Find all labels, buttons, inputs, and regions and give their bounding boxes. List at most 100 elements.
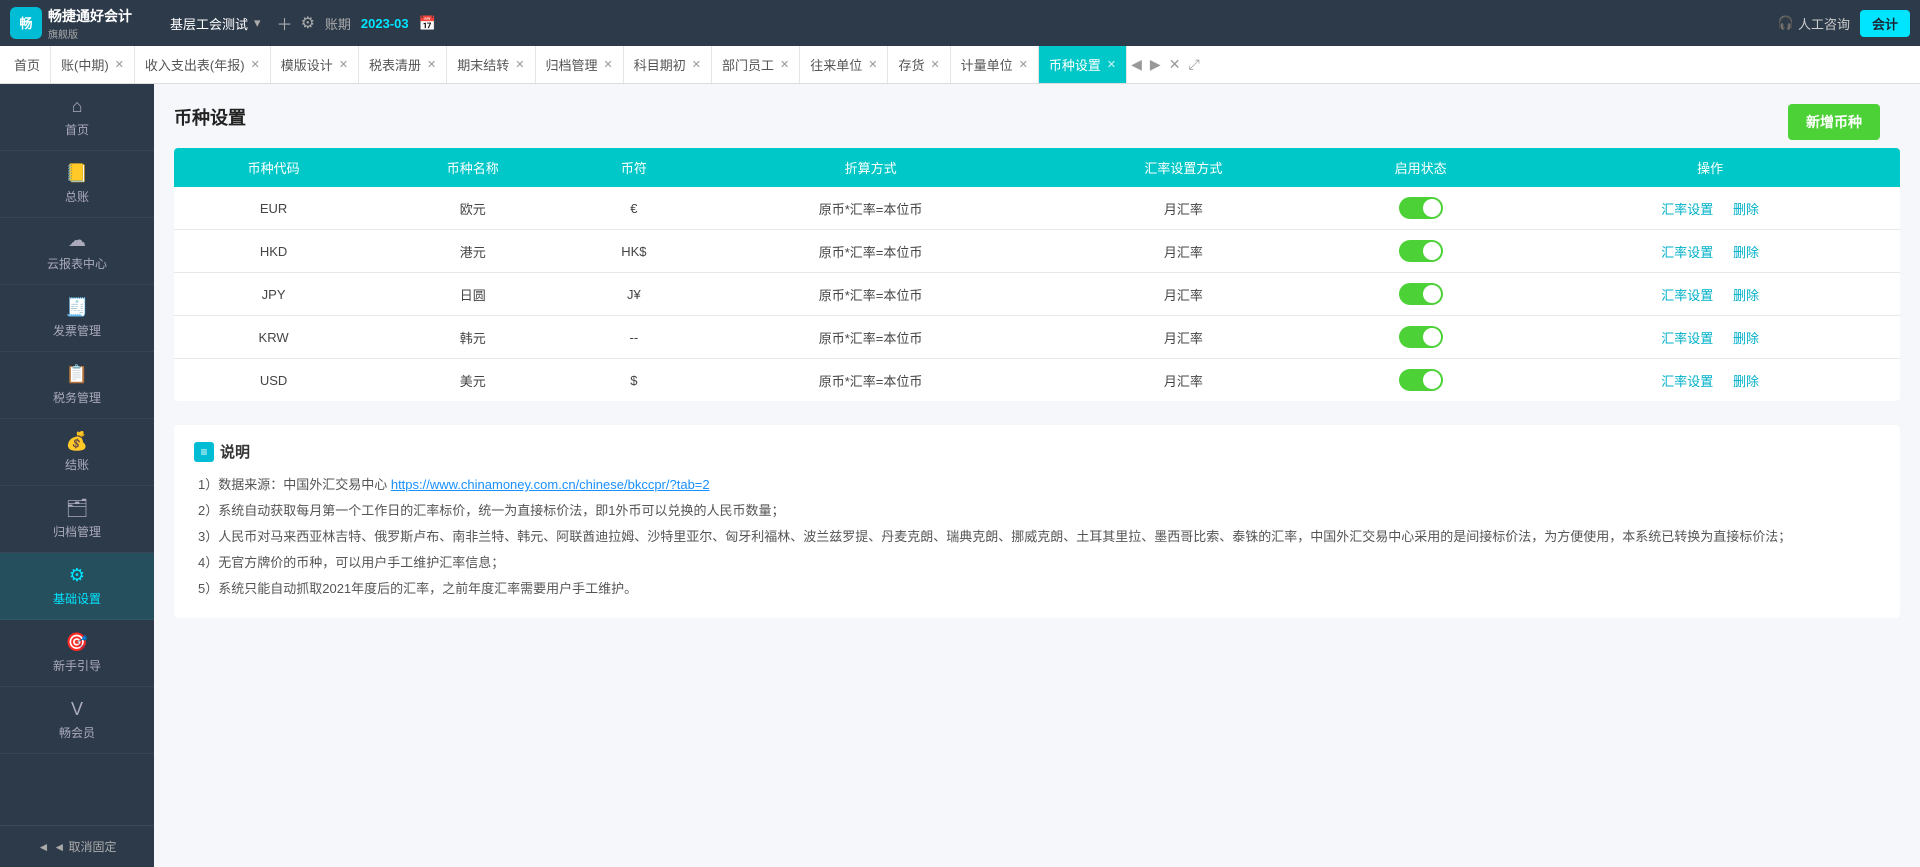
tab-dept-close[interactable]: ✕ — [780, 58, 789, 71]
cell-status-1 — [1321, 230, 1520, 273]
tab-subject-init[interactable]: 科目期初 ✕ — [624, 46, 712, 84]
tab-template-label: 模版设计 — [281, 55, 333, 74]
tab-dept-staff[interactable]: 部门员工 ✕ — [712, 46, 800, 84]
account-badge[interactable]: 会计 — [1860, 10, 1910, 37]
delete-link-0[interactable]: 删除 — [1733, 202, 1759, 217]
content-area: 币种设置 新增币种 币种代码 币种名称 币符 折算方式 汇率设置方式 启用状态 … — [154, 84, 1920, 867]
tab-subject-close[interactable]: ✕ — [692, 58, 701, 71]
home-icon: ⌂ — [72, 96, 83, 117]
new-currency-button[interactable]: 新增币种 — [1788, 104, 1880, 140]
cell-rate-type-3: 月汇率 — [1046, 316, 1321, 359]
chevron-down-icon: ▾ — [254, 15, 261, 31]
cell-name-4: 美元 — [373, 359, 572, 402]
collapse-icon: ◄ — [37, 840, 49, 854]
sidebar-item-guide[interactable]: 🎯 新手引导 — [0, 620, 154, 687]
rate-set-link-1[interactable]: 汇率设置 — [1661, 245, 1713, 260]
table-row: EUR 欧元 € 原币*汇率=本位币 月汇率 汇率设置 删除 — [174, 187, 1900, 230]
title-row: 币种设置 新增币种 — [174, 104, 1900, 130]
table-row: KRW 韩元 -- 原币*汇率=本位币 月汇率 汇率设置 删除 — [174, 316, 1900, 359]
sidebar-item-invoice[interactable]: 🧾 发票管理 — [0, 285, 154, 352]
rate-set-link-4[interactable]: 汇率设置 — [1661, 374, 1713, 389]
cell-calc-1: 原币*汇率=本位币 — [695, 230, 1045, 273]
app-badge: 旗舰版 — [48, 26, 132, 41]
tab-currency-close[interactable]: ✕ — [1107, 58, 1116, 71]
tab-template[interactable]: 模版设计 ✕ — [271, 46, 359, 84]
sidebar-item-member[interactable]: V 畅会员 — [0, 687, 154, 754]
tab-income-report[interactable]: 收入支出表(年报) ✕ — [135, 46, 271, 84]
sidebar-item-ledger[interactable]: 📒 总账 — [0, 151, 154, 218]
tab-archive[interactable]: 归档管理 ✕ — [536, 46, 624, 84]
tab-inventory-close[interactable]: ✕ — [930, 58, 939, 71]
delete-link-3[interactable]: 删除 — [1733, 331, 1759, 346]
tab-prev-button[interactable]: ◀ — [1127, 56, 1146, 73]
tab-archive-close[interactable]: ✕ — [604, 58, 613, 71]
tab-tax-label: 税表清册 — [369, 55, 421, 74]
sidebar-collapse-button[interactable]: ◄ ◄ 取消固定 — [0, 825, 154, 867]
col-header-calc: 折算方式 — [695, 148, 1045, 187]
app-name: 畅捷通好会计 — [48, 6, 132, 26]
cell-calc-4: 原币*汇率=本位币 — [695, 359, 1045, 402]
notes-section: ≡ 说明 1）数据来源：中国外汇交易中心 https://www.chinamo… — [174, 425, 1900, 618]
sidebar-item-tax[interactable]: 📋 税务管理 — [0, 352, 154, 419]
sidebar-invoice-label: 发票管理 — [53, 322, 101, 339]
sidebar-archive-label: 归档管理 — [53, 523, 101, 540]
tab-ledger-close[interactable]: ✕ — [115, 58, 124, 71]
toggle-switch-2[interactable] — [1399, 283, 1443, 305]
tab-next-button[interactable]: ▶ — [1146, 56, 1165, 73]
org-selector[interactable]: 基层工会测试 ▾ — [170, 14, 261, 33]
org-name: 基层工会测试 — [170, 14, 248, 33]
sidebar-item-settle[interactable]: 💰 结账 — [0, 419, 154, 486]
settle-icon: 💰 — [66, 431, 88, 452]
cell-name-2: 日圆 — [373, 273, 572, 316]
sidebar-item-settings[interactable]: ⚙ 基础设置 — [0, 553, 154, 620]
toggle-switch-0[interactable] — [1399, 197, 1443, 219]
tab-unit[interactable]: 计量单位 ✕ — [951, 46, 1039, 84]
tab-ledger[interactable]: 账(中期) ✕ — [51, 46, 135, 84]
tab-inventory[interactable]: 存货 ✕ — [888, 46, 950, 84]
rate-set-link-3[interactable]: 汇率设置 — [1661, 331, 1713, 346]
toggle-switch-3[interactable] — [1399, 326, 1443, 348]
tab-close-all-button[interactable]: ✕ — [1165, 56, 1185, 73]
cell-actions-4: 汇率设置 删除 — [1520, 359, 1900, 402]
tab-partner-close[interactable]: ✕ — [868, 58, 877, 71]
cell-status-2 — [1321, 273, 1520, 316]
col-header-symbol: 币符 — [572, 148, 695, 187]
tab-home[interactable]: 首页 — [4, 46, 51, 84]
toggle-switch-1[interactable] — [1399, 240, 1443, 262]
collapse-label: ◄ 取消固定 — [53, 838, 116, 855]
tab-unit-close[interactable]: ✕ — [1019, 58, 1028, 71]
settings-icon[interactable]: ⚙ — [301, 13, 315, 33]
delete-link-1[interactable]: 删除 — [1733, 245, 1759, 260]
sidebar-item-report[interactable]: ☁ 云报表中心 — [0, 218, 154, 285]
tab-income-close[interactable]: ✕ — [251, 58, 260, 71]
notes-link-0[interactable]: https://www.chinamoney.com.cn/chinese/bk… — [391, 477, 710, 492]
cell-code-1: HKD — [174, 230, 373, 273]
toggle-switch-4[interactable] — [1399, 369, 1443, 391]
rate-set-link-2[interactable]: 汇率设置 — [1661, 288, 1713, 303]
add-icon[interactable]: ＋ — [277, 11, 293, 35]
sidebar-item-archive[interactable]: 🗂 归档管理 — [0, 486, 154, 553]
sidebar-item-home[interactable]: ⌂ 首页 — [0, 84, 154, 151]
delete-link-4[interactable]: 删除 — [1733, 374, 1759, 389]
cell-symbol-4: $ — [572, 359, 695, 402]
tab-period-close[interactable]: ✕ — [515, 58, 524, 71]
tab-period-end[interactable]: 期末结转 ✕ — [447, 46, 535, 84]
tab-partner[interactable]: 往来单位 ✕ — [800, 46, 888, 84]
cell-name-0: 欧元 — [373, 187, 572, 230]
cell-code-2: JPY — [174, 273, 373, 316]
col-header-name: 币种名称 — [373, 148, 572, 187]
delete-link-2[interactable]: 删除 — [1733, 288, 1759, 303]
cell-status-0 — [1321, 187, 1520, 230]
calendar-icon[interactable]: 📅 — [419, 15, 436, 32]
service-button[interactable]: 🎧 人工咨询 — [1778, 14, 1850, 33]
cell-symbol-2: J¥ — [572, 273, 695, 316]
rate-set-link-0[interactable]: 汇率设置 — [1661, 202, 1713, 217]
tab-expand-button[interactable]: ⤢ — [1184, 56, 1203, 73]
notes-list: 1）数据来源：中国外汇交易中心 https://www.chinamoney.c… — [194, 472, 1880, 602]
tab-template-close[interactable]: ✕ — [339, 58, 348, 71]
tab-currency[interactable]: 币种设置 ✕ — [1039, 46, 1127, 84]
tab-ledger-label: 账(中期) — [61, 55, 109, 74]
tab-tax-close[interactable]: ✕ — [427, 58, 436, 71]
tab-tax-table[interactable]: 税表清册 ✕ — [359, 46, 447, 84]
cell-calc-0: 原币*汇率=本位币 — [695, 187, 1045, 230]
